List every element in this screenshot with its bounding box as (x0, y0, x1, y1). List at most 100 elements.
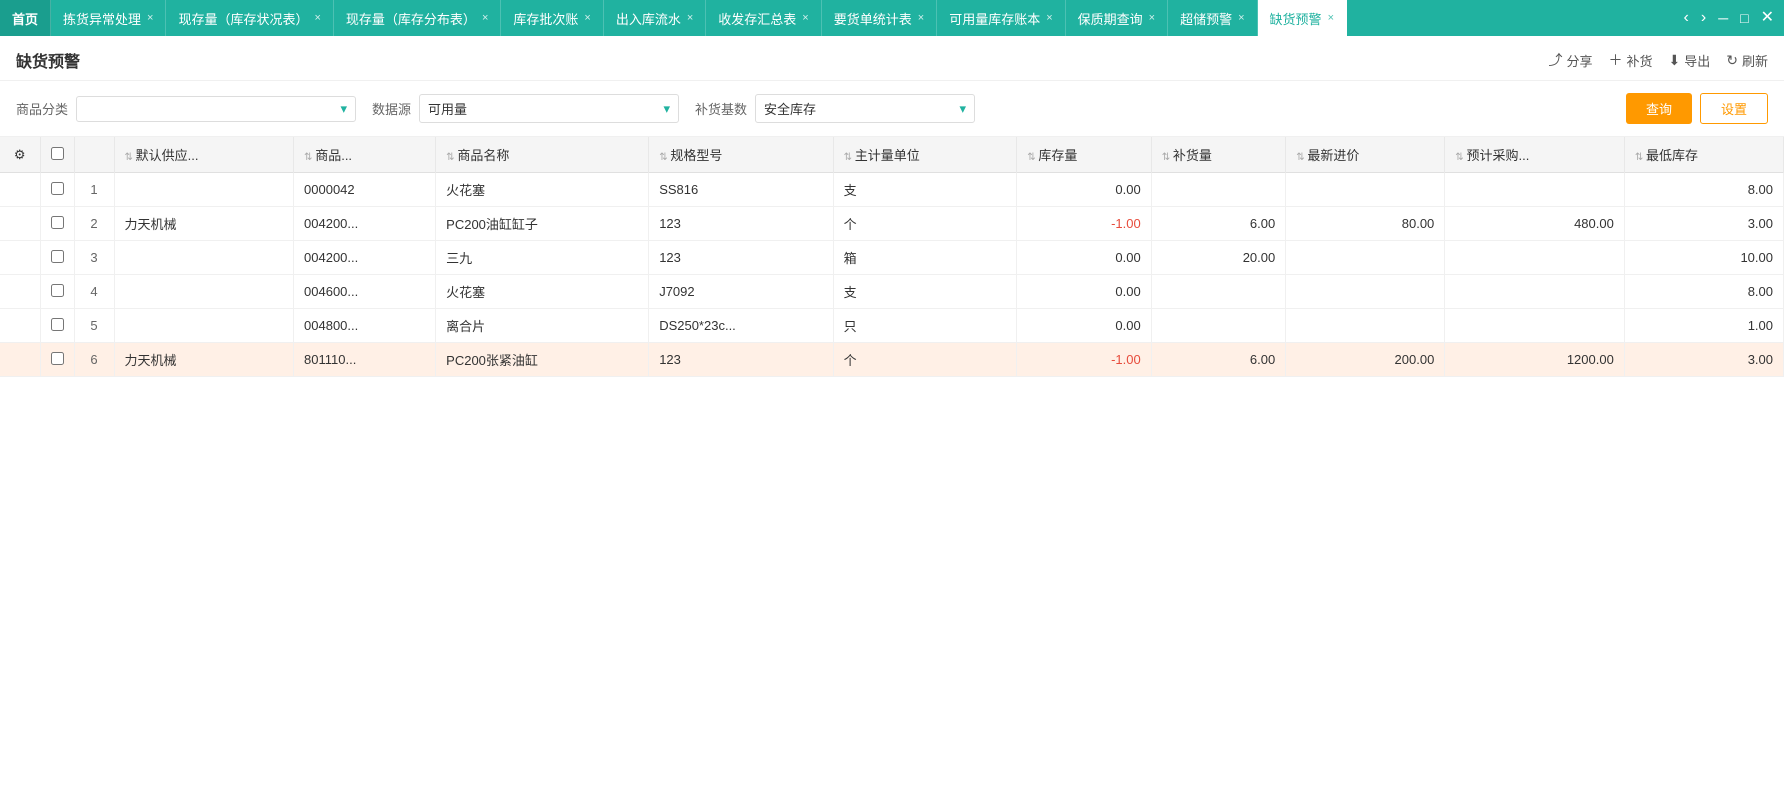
category-label: 商品分类 (16, 99, 68, 118)
row-checkbox[interactable] (51, 182, 64, 195)
col-latest-price[interactable]: ⇅ 最新进价 (1286, 137, 1445, 173)
col-replenish[interactable]: ⇅ 补货量 (1151, 137, 1286, 173)
tab-label: 现存量（库存分布表） (346, 9, 476, 28)
col-unit[interactable]: ⇅ 主计量单位 (833, 137, 1017, 173)
tab-close-tab5[interactable]: × (687, 12, 693, 24)
export-icon: ⬇ (1669, 52, 1681, 69)
col-code[interactable]: ⇅ 商品... (294, 137, 436, 173)
row-min-stock: 8.00 (1624, 275, 1783, 309)
replenish-button[interactable]: ＋ 补货 (1608, 50, 1652, 70)
table-row[interactable]: 1 0000042 火花塞 SS816 支 0.00 8.00 (0, 173, 1784, 207)
row-stock: 0.00 (1017, 309, 1152, 343)
row-num: 5 (74, 309, 114, 343)
row-product-name: 三九 (436, 241, 649, 275)
col-supplier[interactable]: ⇅ 默认供应... (114, 137, 294, 173)
row-replenish (1151, 173, 1286, 207)
tab-label: 要货单统计表 (834, 9, 912, 28)
tab-label: 收发存汇总表 (718, 9, 796, 28)
tab-tab7[interactable]: 要货单统计表 × (822, 0, 937, 36)
tab-label: 超储预警 (1180, 9, 1232, 28)
tab-tab9[interactable]: 保质期查询× (1066, 0, 1168, 36)
main-content: 缺货预警 ⤴ 分享 ＋ 补货 ⬇ 导出 ↻ 刷新 商品分类 (0, 36, 1784, 796)
tab-close-tab10[interactable]: × (1238, 12, 1244, 24)
share-label: 分享 (1566, 51, 1592, 70)
share-button[interactable]: ⤴ 分享 (1548, 50, 1592, 70)
tab-tab11[interactable]: 缺货预警× (1258, 0, 1347, 36)
row-num: 6 (74, 343, 114, 377)
col-min-stock[interactable]: ⇅ 最低库存 (1624, 137, 1783, 173)
row-code: 004800... (294, 309, 436, 343)
row-checkbox[interactable] (51, 352, 64, 365)
table-row[interactable]: 3 004200... 三九 123 箱 0.00 20.00 10.00 (0, 241, 1784, 275)
tab-maximize-btn[interactable]: □ (1734, 0, 1754, 36)
tab-next-btn[interactable]: › (1695, 0, 1712, 36)
row-min-stock: 10.00 (1624, 241, 1783, 275)
table-row[interactable]: 2 力天机械 004200... PC200油缸缸子 123 个 -1.00 6… (0, 207, 1784, 241)
tab-home[interactable]: 首页 (0, 0, 51, 36)
row-checkbox[interactable] (51, 250, 64, 263)
tab-tab4[interactable]: 库存批次账× (501, 0, 603, 36)
table-row[interactable]: 6 力天机械 801110... PC200张紧油缸 123 个 -1.00 6… (0, 343, 1784, 377)
row-unit: 支 (833, 173, 1017, 207)
refresh-icon: ↻ (1726, 52, 1738, 69)
gear-icon[interactable]: ⚙ (14, 147, 26, 162)
sort-icon: ⇅ (1027, 152, 1038, 163)
row-num: 1 (74, 173, 114, 207)
tab-minimize-btn[interactable]: ─ (1712, 0, 1734, 36)
row-checkbox-cell (40, 343, 74, 377)
col-spec[interactable]: ⇅ 规格型号 (649, 137, 833, 173)
sort-icon: ⇅ (659, 152, 670, 163)
table-row[interactable]: 5 004800... 离合片 DS250*23c... 只 0.00 1.00 (0, 309, 1784, 343)
basis-select[interactable]: 安全库存 ▾ (755, 94, 975, 123)
row-product-name: 离合片 (436, 309, 649, 343)
refresh-button[interactable]: ↻ 刷新 (1726, 51, 1768, 70)
tab-close-tab3[interactable]: × (482, 12, 488, 24)
row-code: 0000042 (294, 173, 436, 207)
row-est-purchase (1445, 275, 1625, 309)
tab-tab8[interactable]: 可用量库存账本× (937, 0, 1065, 36)
select-all-checkbox[interactable] (51, 147, 64, 160)
col-name[interactable]: ⇅ 商品名称 (436, 137, 649, 173)
row-latest-price: 200.00 (1286, 343, 1445, 377)
row-unit: 支 (833, 275, 1017, 309)
tab-close-tab7[interactable]: × (918, 12, 924, 24)
tab-close-tab6[interactable]: × (802, 12, 808, 24)
tab-close-btn[interactable]: ✕ (1755, 0, 1780, 36)
datasource-select[interactable]: 可用量 ▾ (419, 94, 679, 123)
setting-button[interactable]: 设置 (1700, 93, 1768, 124)
category-select[interactable]: ▾ (76, 96, 356, 122)
col-est-purchase[interactable]: ⇅ 预计采购... (1445, 137, 1625, 173)
tab-close-tab11[interactable]: × (1328, 12, 1334, 24)
tab-close-tab9[interactable]: × (1149, 12, 1155, 24)
col-stock[interactable]: ⇅ 库存量 (1017, 137, 1152, 173)
row-checkbox[interactable] (51, 284, 64, 297)
row-code: 004600... (294, 275, 436, 309)
col-rownum (74, 137, 114, 173)
row-product-name: 火花塞 (436, 275, 649, 309)
tab-close-tab4[interactable]: × (584, 12, 590, 24)
tab-tab3[interactable]: 现存量（库存分布表） × (334, 0, 501, 36)
tab-tab5[interactable]: 出入库流水× (604, 0, 706, 36)
row-checkbox[interactable] (51, 216, 64, 229)
tab-close-tab8[interactable]: × (1046, 12, 1052, 24)
tab-close-tab1[interactable]: × (147, 12, 153, 24)
row-checkbox[interactable] (51, 318, 64, 331)
row-supplier (114, 173, 294, 207)
row-est-purchase (1445, 241, 1625, 275)
row-num: 3 (74, 241, 114, 275)
tab-tab10[interactable]: 超储预警 × (1168, 0, 1257, 36)
tab-prev-btn[interactable]: ‹ (1678, 0, 1695, 36)
sort-icon: ⇅ (1635, 152, 1646, 163)
query-button[interactable]: 查询 (1626, 93, 1692, 124)
row-stock: 0.00 (1017, 275, 1152, 309)
row-gear (0, 309, 40, 343)
row-gear (0, 241, 40, 275)
export-button[interactable]: ⬇ 导出 (1669, 51, 1711, 70)
row-min-stock: 3.00 (1624, 207, 1783, 241)
tab-tab2[interactable]: 现存量（库存状况表）× (166, 0, 333, 36)
tab-close-tab2[interactable]: × (314, 12, 320, 24)
tab-tab1[interactable]: 拣货异常处理× (51, 0, 166, 36)
tab-tab6[interactable]: 收发存汇总表 × (706, 0, 821, 36)
header-actions: ⤴ 分享 ＋ 补货 ⬇ 导出 ↻ 刷新 (1548, 50, 1768, 70)
table-row[interactable]: 4 004600... 火花塞 J7092 支 0.00 8.00 (0, 275, 1784, 309)
